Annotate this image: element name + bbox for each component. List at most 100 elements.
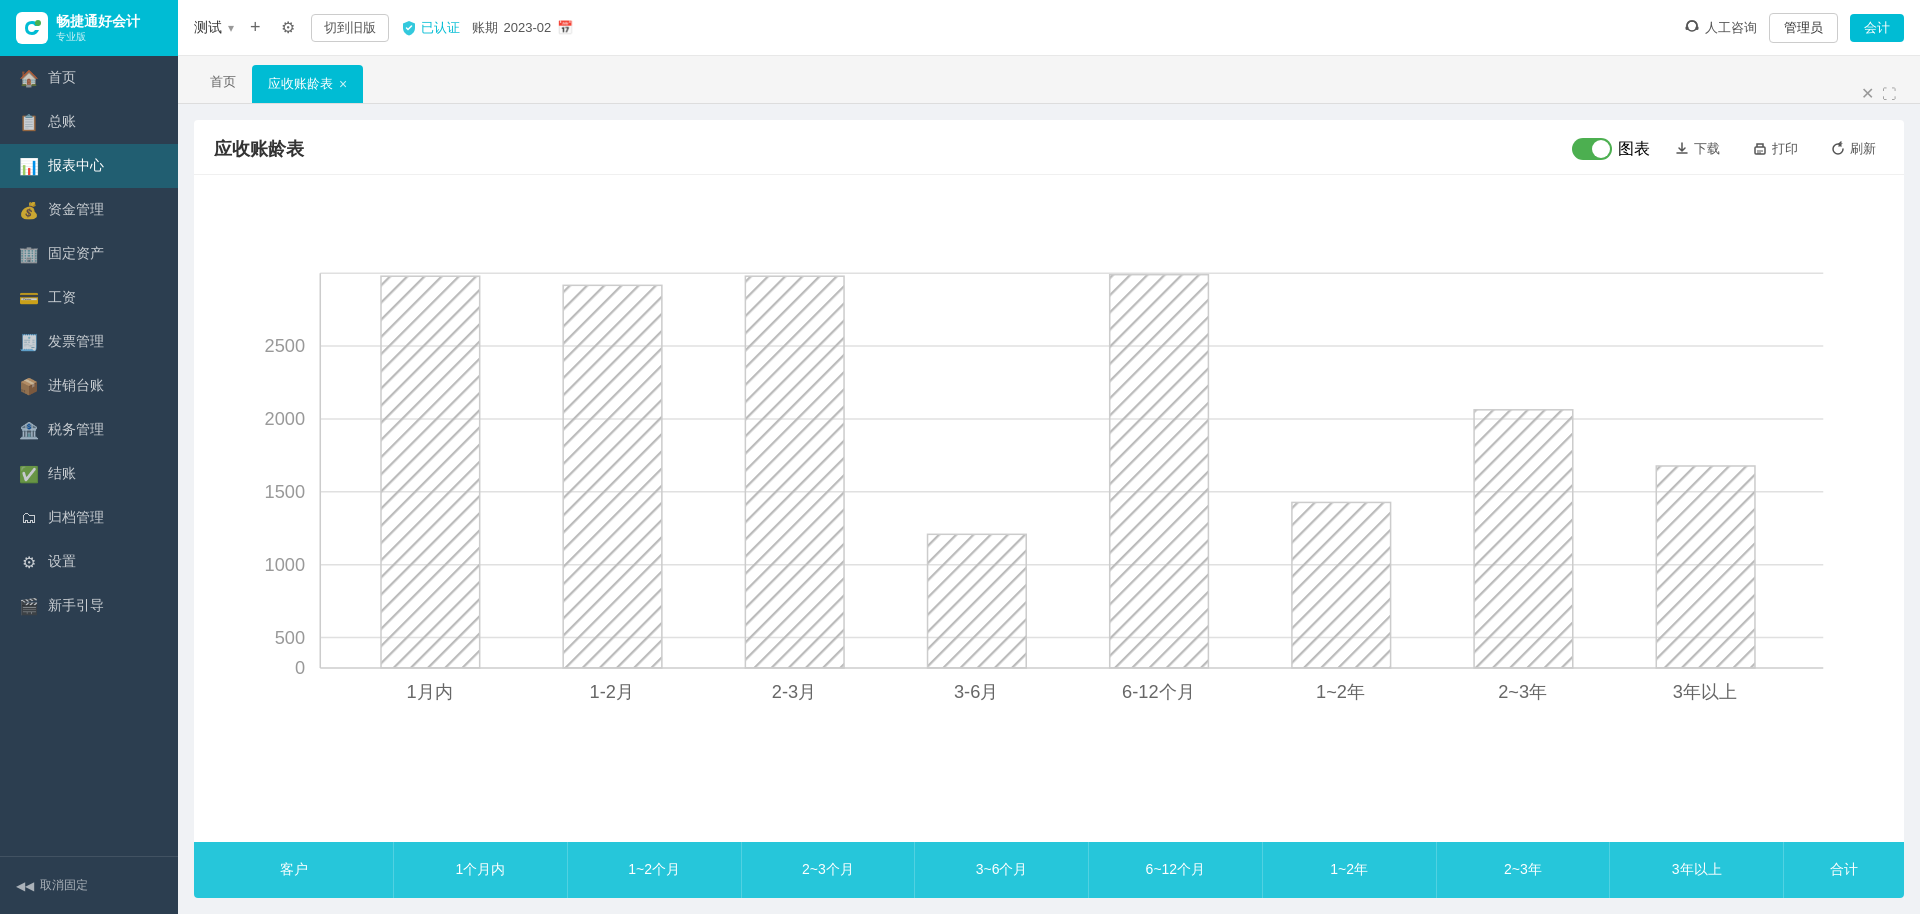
ledger-icon: 📋 bbox=[20, 113, 38, 131]
download-button[interactable]: 下载 bbox=[1666, 136, 1728, 162]
table-header-cell-9: 合计 bbox=[1784, 842, 1904, 898]
add-company-button[interactable]: + bbox=[246, 13, 265, 42]
sidebar-item-label: 固定资产 bbox=[48, 245, 104, 263]
print-label: 打印 bbox=[1772, 140, 1798, 158]
sidebar: 畅捷通好会计 专业版 🏠 首页 📋 总账 📊 报表中心 💰 资金管理 🏢 固定资… bbox=[0, 0, 178, 914]
chart-toggle[interactable] bbox=[1572, 138, 1612, 160]
tab-aging-close[interactable]: × bbox=[339, 76, 347, 92]
home-icon: 🏠 bbox=[20, 69, 38, 87]
sidebar-item-settings[interactable]: ⚙ 设置 bbox=[0, 540, 178, 584]
sidebar-footer: ◀◀ 取消固定 bbox=[0, 856, 178, 914]
svg-rect-28 bbox=[1110, 275, 1209, 668]
logo-sub: 专业版 bbox=[56, 30, 140, 44]
sidebar-item-ledger[interactable]: 📋 总账 bbox=[0, 100, 178, 144]
sidebar-item-label: 税务管理 bbox=[48, 421, 104, 439]
svg-text:6-12个月: 6-12个月 bbox=[1122, 682, 1194, 702]
svg-rect-32 bbox=[1474, 410, 1573, 668]
service-button[interactable]: 人工咨询 bbox=[1683, 19, 1757, 37]
sidebar-item-guide[interactable]: 🎬 新手引导 bbox=[0, 584, 178, 628]
sidebar-item-label: 工资 bbox=[48, 289, 76, 307]
service-label: 人工咨询 bbox=[1705, 19, 1757, 37]
tab-aging-label: 应收账龄表 bbox=[268, 75, 333, 93]
svg-rect-3 bbox=[1696, 26, 1699, 30]
refresh-button[interactable]: 刷新 bbox=[1822, 136, 1884, 162]
sidebar-item-wages[interactable]: 💳 工资 bbox=[0, 276, 178, 320]
wages-icon: 💳 bbox=[20, 289, 38, 307]
svg-rect-34 bbox=[1656, 466, 1755, 668]
chart-toggle-wrap: 图表 bbox=[1572, 138, 1650, 160]
svg-text:3-6月: 3-6月 bbox=[954, 682, 998, 702]
main-area: 测试 ▾ + ⚙ 切到旧版 已认证 账期 2023-02 📅 人工咨 bbox=[178, 0, 1920, 914]
certified-label: 已认证 bbox=[421, 19, 460, 37]
table-header-cell-7: 2~3年 bbox=[1437, 842, 1611, 898]
trading-icon: 📦 bbox=[20, 377, 38, 395]
sidebar-item-trading[interactable]: 📦 进销台账 bbox=[0, 364, 178, 408]
svg-text:0: 0 bbox=[295, 658, 305, 678]
sidebar-item-invoices[interactable]: 🧾 发票管理 bbox=[0, 320, 178, 364]
user-button[interactable]: 管理员 bbox=[1769, 13, 1838, 43]
svg-text:2500: 2500 bbox=[265, 336, 306, 356]
svg-text:1500: 1500 bbox=[265, 482, 306, 502]
archive-icon: 🗂 bbox=[20, 509, 38, 527]
calendar-icon[interactable]: 📅 bbox=[557, 20, 573, 35]
table-header-cell-5: 6~12个月 bbox=[1089, 842, 1263, 898]
sidebar-item-home[interactable]: 🏠 首页 bbox=[0, 56, 178, 100]
tax-icon: 🏦 bbox=[20, 421, 38, 439]
sidebar-item-label: 首页 bbox=[48, 69, 76, 87]
chart-toggle-label: 图表 bbox=[1618, 139, 1650, 160]
svg-point-0 bbox=[35, 20, 41, 26]
sidebar-item-archive[interactable]: 🗂 归档管理 bbox=[0, 496, 178, 540]
svg-text:2-3月: 2-3月 bbox=[772, 682, 816, 702]
topbar: 测试 ▾ + ⚙ 切到旧版 已认证 账期 2023-02 📅 人工咨 bbox=[178, 0, 1920, 56]
switch-old-version-button[interactable]: 切到旧版 bbox=[311, 14, 389, 42]
aging-chart: 0 500 1000 1500 2000 2500 1月内 bbox=[214, 195, 1884, 822]
cancel-fixed-button[interactable]: ◀◀ 取消固定 bbox=[0, 867, 178, 904]
cancel-fixed-label: 取消固定 bbox=[40, 877, 88, 894]
account-button[interactable]: 会计 bbox=[1850, 14, 1904, 42]
expand-window-icon[interactable]: ⛶ bbox=[1882, 86, 1896, 102]
page-actions: 图表 下载 打印 bbox=[1572, 136, 1884, 162]
page-title: 应收账龄表 bbox=[214, 137, 304, 161]
period-text: 账期 bbox=[472, 19, 498, 37]
pin-icon: ◀◀ bbox=[16, 879, 34, 893]
company-name: 测试 bbox=[194, 19, 222, 37]
svg-rect-26 bbox=[928, 534, 1027, 668]
refresh-icon bbox=[1830, 141, 1846, 157]
tab-aging[interactable]: 应收账龄表 × bbox=[252, 65, 363, 103]
svg-rect-30 bbox=[1292, 502, 1391, 667]
sidebar-item-label: 设置 bbox=[48, 553, 76, 571]
sidebar-item-tax[interactable]: 🏦 税务管理 bbox=[0, 408, 178, 452]
svg-rect-2 bbox=[1686, 26, 1689, 30]
tab-home[interactable]: 首页 bbox=[194, 63, 252, 103]
download-icon bbox=[1674, 141, 1690, 157]
certified-badge: 已认证 bbox=[401, 19, 460, 37]
svg-text:1月内: 1月内 bbox=[407, 682, 453, 702]
sidebar-item-reports[interactable]: 📊 报表中心 bbox=[0, 144, 178, 188]
sidebar-item-label: 资金管理 bbox=[48, 201, 104, 219]
sidebar-item-funds[interactable]: 💰 资金管理 bbox=[0, 188, 178, 232]
table-header-cell-8: 3年以上 bbox=[1610, 842, 1784, 898]
headset-icon bbox=[1683, 19, 1701, 37]
shield-icon bbox=[401, 20, 417, 36]
funds-icon: 💰 bbox=[20, 201, 38, 219]
table-header-cell-2: 1~2个月 bbox=[568, 842, 742, 898]
sidebar-item-label: 结账 bbox=[48, 465, 76, 483]
table-header-cell-0: 客户 bbox=[194, 842, 394, 898]
svg-rect-22 bbox=[563, 285, 662, 668]
table-header-cell-3: 2~3个月 bbox=[742, 842, 916, 898]
sidebar-item-label: 进销台账 bbox=[48, 377, 104, 395]
sidebar-item-checkout[interactable]: ✅ 结账 bbox=[0, 452, 178, 496]
svg-text:1~2年: 1~2年 bbox=[1316, 682, 1365, 702]
invoices-icon: 🧾 bbox=[20, 333, 38, 351]
assets-icon: 🏢 bbox=[20, 245, 38, 263]
print-icon bbox=[1752, 141, 1768, 157]
svg-text:1000: 1000 bbox=[265, 555, 306, 575]
sidebar-item-assets[interactable]: 🏢 固定资产 bbox=[0, 232, 178, 276]
sidebar-nav: 🏠 首页 📋 总账 📊 报表中心 💰 资金管理 🏢 固定资产 💳 工资 🧾 发票… bbox=[0, 56, 178, 856]
sidebar-item-label: 归档管理 bbox=[48, 509, 104, 527]
settings-icon[interactable]: ⚙ bbox=[277, 14, 299, 41]
company-selector[interactable]: 测试 ▾ bbox=[194, 19, 234, 37]
print-button[interactable]: 打印 bbox=[1744, 136, 1806, 162]
close-window-icon[interactable]: ✕ bbox=[1861, 84, 1874, 103]
table-header: 客户1个月内1~2个月2~3个月3~6个月6~12个月1~2年2~3年3年以上合… bbox=[194, 842, 1904, 898]
